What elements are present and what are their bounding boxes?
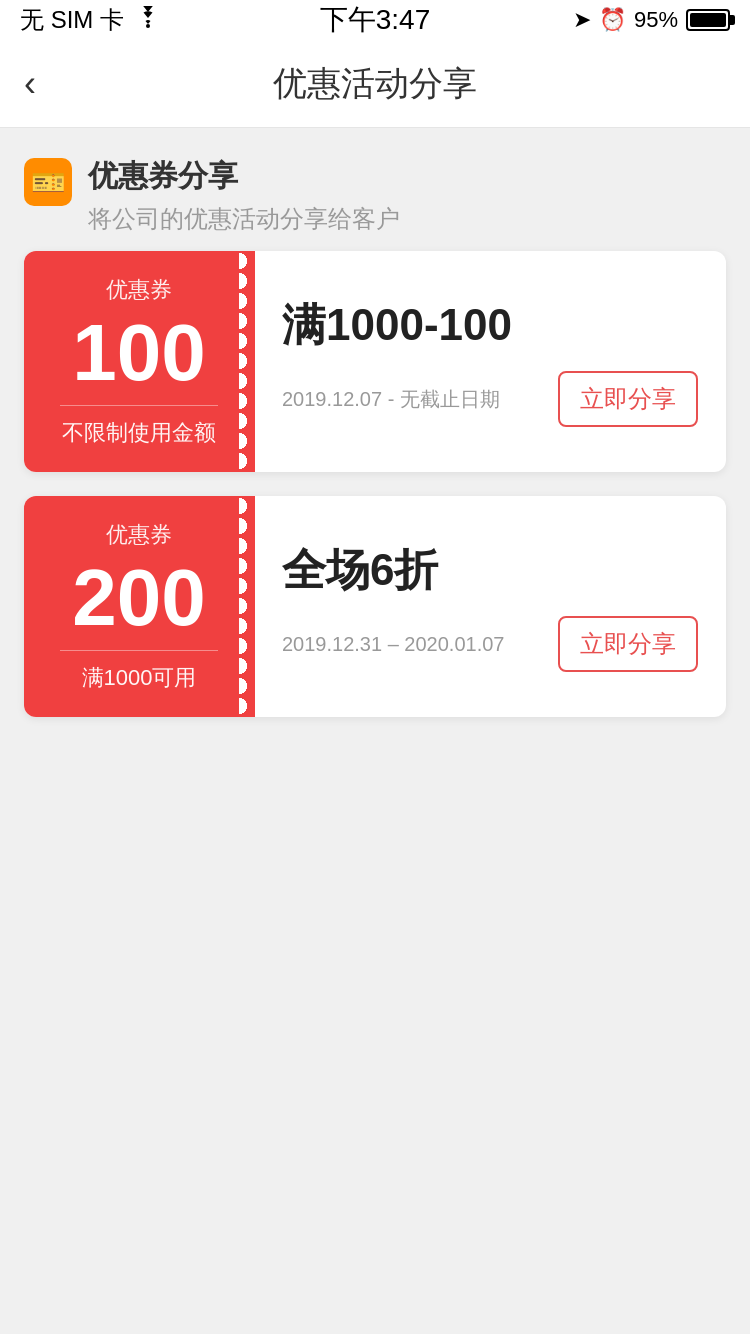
svg-point-0: [146, 24, 150, 28]
wifi-icon: [134, 6, 162, 34]
status-right: ➤ ⏰ 95%: [573, 7, 730, 33]
battery-icon: [686, 9, 730, 31]
coupon-divider-2: [60, 650, 218, 651]
coupon-emoji-icon: 🎫: [31, 166, 66, 199]
bottom-area: [0, 741, 750, 1291]
section-text: 优惠券分享 将公司的优惠活动分享给客户: [88, 156, 400, 235]
page-title: 优惠活动分享: [273, 61, 477, 107]
back-button[interactable]: ‹: [24, 63, 36, 105]
coupon-date-2: 2019.12.31 – 2020.01.07: [282, 633, 546, 656]
coupon-card-2: 优惠券 200 满1000可用 全场6折 2019.12.31 – 2020.0…: [24, 496, 726, 717]
coupon-amount-2: 200: [72, 558, 205, 638]
carrier-text: 无 SIM 卡: [20, 4, 124, 36]
battery-percent: 95%: [634, 7, 678, 33]
coupon-label-2: 优惠券: [106, 520, 172, 550]
location-icon: ➤: [573, 7, 591, 33]
coupon-condition-1: 不限制使用金额: [62, 418, 216, 448]
coupon-right-1: 满1000-100 2019.12.07 - 无截止日期 立即分享: [254, 251, 726, 472]
coupon-footer-1: 2019.12.07 - 无截止日期 立即分享: [282, 371, 698, 427]
coupon-condition-2: 满1000可用: [82, 663, 197, 693]
coupon-card-1: 优惠券 100 不限制使用金额 满1000-100 2019.12.07 - 无…: [24, 251, 726, 472]
coupon-left-2: 优惠券 200 满1000可用: [24, 496, 254, 717]
coupon-left-1: 优惠券 100 不限制使用金额: [24, 251, 254, 472]
status-time: 下午3:47: [320, 1, 431, 39]
share-button-2[interactable]: 立即分享: [558, 616, 698, 672]
nav-bar: ‹ 优惠活动分享: [0, 40, 750, 128]
coupon-divider-1: [60, 405, 218, 406]
coupon-list: 优惠券 100 不限制使用金额 满1000-100 2019.12.07 - 无…: [0, 251, 750, 717]
share-button-1[interactable]: 立即分享: [558, 371, 698, 427]
section-subtitle: 将公司的优惠活动分享给客户: [88, 203, 400, 235]
section-icon: 🎫: [24, 158, 72, 206]
coupon-footer-2: 2019.12.31 – 2020.01.07 立即分享: [282, 616, 698, 672]
status-bar: 无 SIM 卡 下午3:47 ➤ ⏰ 95%: [0, 0, 750, 40]
coupon-amount-1: 100: [72, 313, 205, 393]
alarm-icon: ⏰: [599, 7, 626, 33]
coupon-date-1: 2019.12.07 - 无截止日期: [282, 386, 546, 413]
coupon-title-1: 满1000-100: [282, 296, 698, 355]
status-left: 无 SIM 卡: [20, 4, 162, 36]
section-title: 优惠券分享: [88, 156, 400, 197]
coupon-right-2: 全场6折 2019.12.31 – 2020.01.07 立即分享: [254, 496, 726, 717]
section-header: 🎫 优惠券分享 将公司的优惠活动分享给客户: [0, 128, 750, 251]
coupon-label-1: 优惠券: [106, 275, 172, 305]
coupon-title-2: 全场6折: [282, 541, 698, 600]
